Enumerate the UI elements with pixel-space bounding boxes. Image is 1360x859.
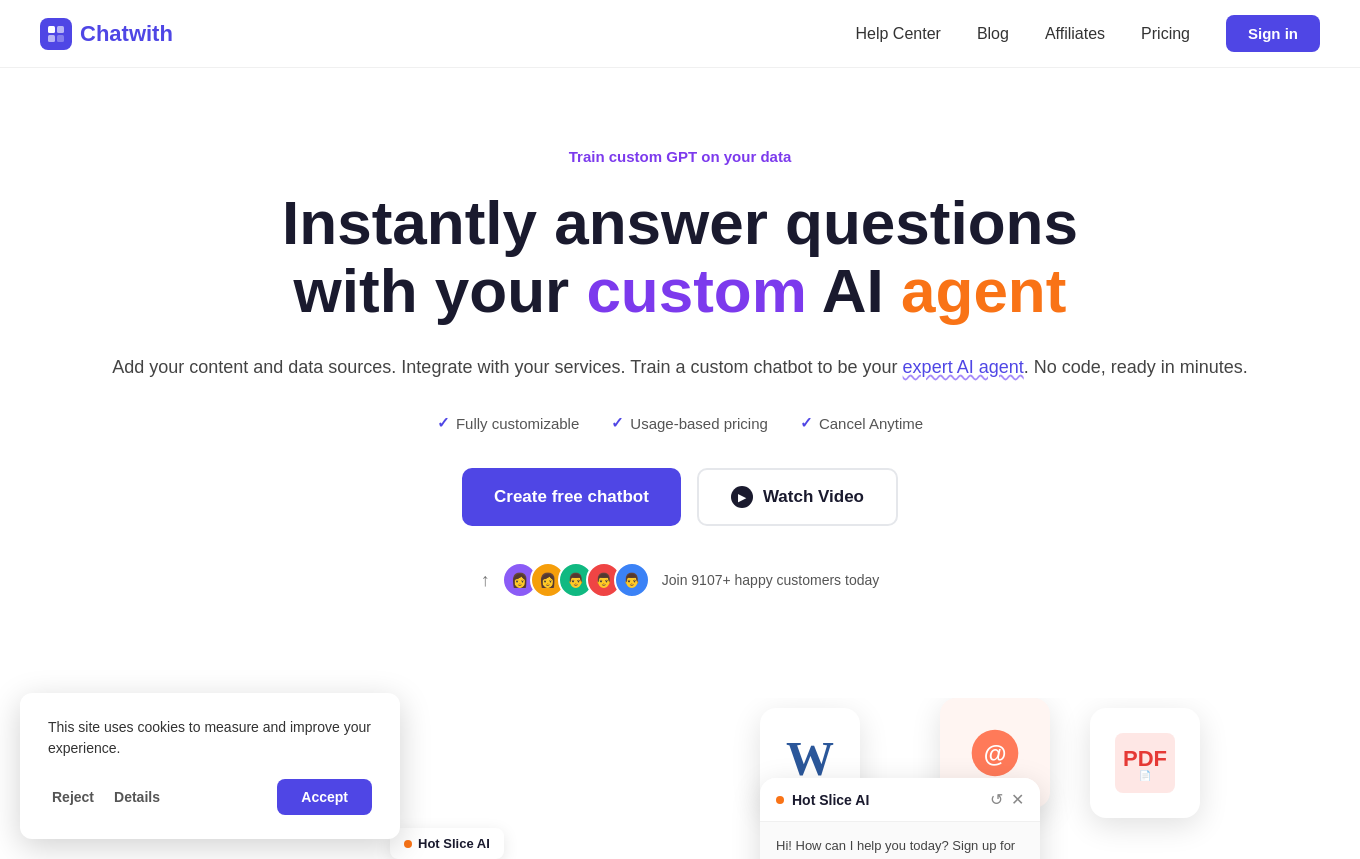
- svg-rect-1: [57, 26, 64, 33]
- chatbot-name-tag: Hot Slice AI: [390, 828, 504, 859]
- svg-rect-2: [48, 35, 55, 42]
- chat-header-actions: ↺ ✕: [990, 790, 1024, 809]
- hero-features: ✓ Fully customizable ✓ Usage-based prici…: [20, 414, 1340, 432]
- hubspot-icon: @: [970, 728, 1020, 778]
- create-chatbot-button[interactable]: Create free chatbot: [462, 468, 681, 526]
- nav-affiliates[interactable]: Affiliates: [1045, 25, 1105, 43]
- nav-links: Help Center Blog Affiliates Pricing Sign…: [856, 15, 1321, 52]
- chat-status-dot: [776, 796, 784, 804]
- hero-title: Instantly answer questions with your cus…: [230, 189, 1130, 325]
- nav-help-center[interactable]: Help Center: [856, 25, 941, 43]
- hero-ctas: Create free chatbot ▶ Watch Video: [20, 468, 1340, 526]
- pdf-icon: PDF 📄: [1115, 733, 1175, 793]
- hero-title-agent: agent: [901, 256, 1066, 325]
- cookie-banner: This site uses cookies to measure and im…: [20, 693, 400, 839]
- expert-ai-agent-link[interactable]: expert AI agent: [903, 357, 1024, 377]
- refresh-icon: ↺: [990, 790, 1003, 809]
- avatar-5: 👨: [614, 562, 650, 598]
- signin-button[interactable]: Sign in: [1226, 15, 1320, 52]
- close-icon: ✕: [1011, 790, 1024, 809]
- cookie-reject-button[interactable]: Reject: [48, 781, 98, 813]
- navbar: Chatwith Help Center Blog Affiliates Pri…: [0, 0, 1360, 68]
- nav-pricing[interactable]: Pricing: [1141, 25, 1190, 43]
- hero-section: Train custom GPT on your data Instantly …: [0, 68, 1360, 698]
- svg-text:PDF: PDF: [1123, 746, 1167, 771]
- svg-rect-0: [48, 26, 55, 33]
- nav-blog[interactable]: Blog: [977, 25, 1009, 43]
- logo[interactable]: Chatwith: [40, 18, 173, 50]
- cookie-details-button[interactable]: Details: [110, 781, 164, 813]
- customer-avatars: 👩 👩 👨 👨 👨: [502, 562, 650, 598]
- chat-widget: Hot Slice AI ↺ ✕ Hi! How can I help you …: [760, 778, 1040, 859]
- chat-bot-name: Hot Slice AI: [776, 792, 869, 808]
- svg-rect-3: [57, 35, 64, 42]
- logo-text: Chatwith: [80, 21, 173, 47]
- feature-pricing: ✓ Usage-based pricing: [611, 414, 768, 432]
- chat-header: Hot Slice AI ↺ ✕: [760, 778, 1040, 822]
- feature-cancel: ✓ Cancel Anytime: [800, 414, 923, 432]
- play-icon: ▶: [731, 486, 753, 508]
- social-proof-text: Join 9107+ happy customers today: [662, 572, 880, 588]
- cookie-message: This site uses cookies to measure and im…: [48, 717, 372, 759]
- svg-text:@: @: [984, 741, 1007, 767]
- chat-body: Hi! How can I help you today? Sign up fo…: [760, 822, 1040, 859]
- cookie-accept-button[interactable]: Accept: [277, 779, 372, 815]
- hero-title-line1: Instantly answer questions: [282, 188, 1078, 257]
- hero-title-ai: AI: [807, 256, 901, 325]
- cookie-actions: Reject Details Accept: [48, 779, 372, 815]
- hero-description: Add your content and data sources. Integ…: [20, 353, 1340, 382]
- social-proof: ↑ 👩 👩 👨 👨 👨 Join 9107+ happy customers t…: [20, 562, 1340, 598]
- pdf-icon-card: PDF 📄: [1090, 708, 1200, 818]
- hero-title-custom: custom: [586, 256, 806, 325]
- logo-icon: [40, 18, 72, 50]
- hero-subtitle: Train custom GPT on your data: [20, 148, 1340, 165]
- share-icon: ↑: [481, 570, 490, 591]
- feature-customizable: ✓ Fully customizable: [437, 414, 579, 432]
- svg-text:📄: 📄: [1139, 769, 1152, 782]
- bot-status-dot: [404, 840, 412, 848]
- hero-title-line2-prefix: with your: [294, 256, 587, 325]
- watch-video-button[interactable]: ▶ Watch Video: [697, 468, 898, 526]
